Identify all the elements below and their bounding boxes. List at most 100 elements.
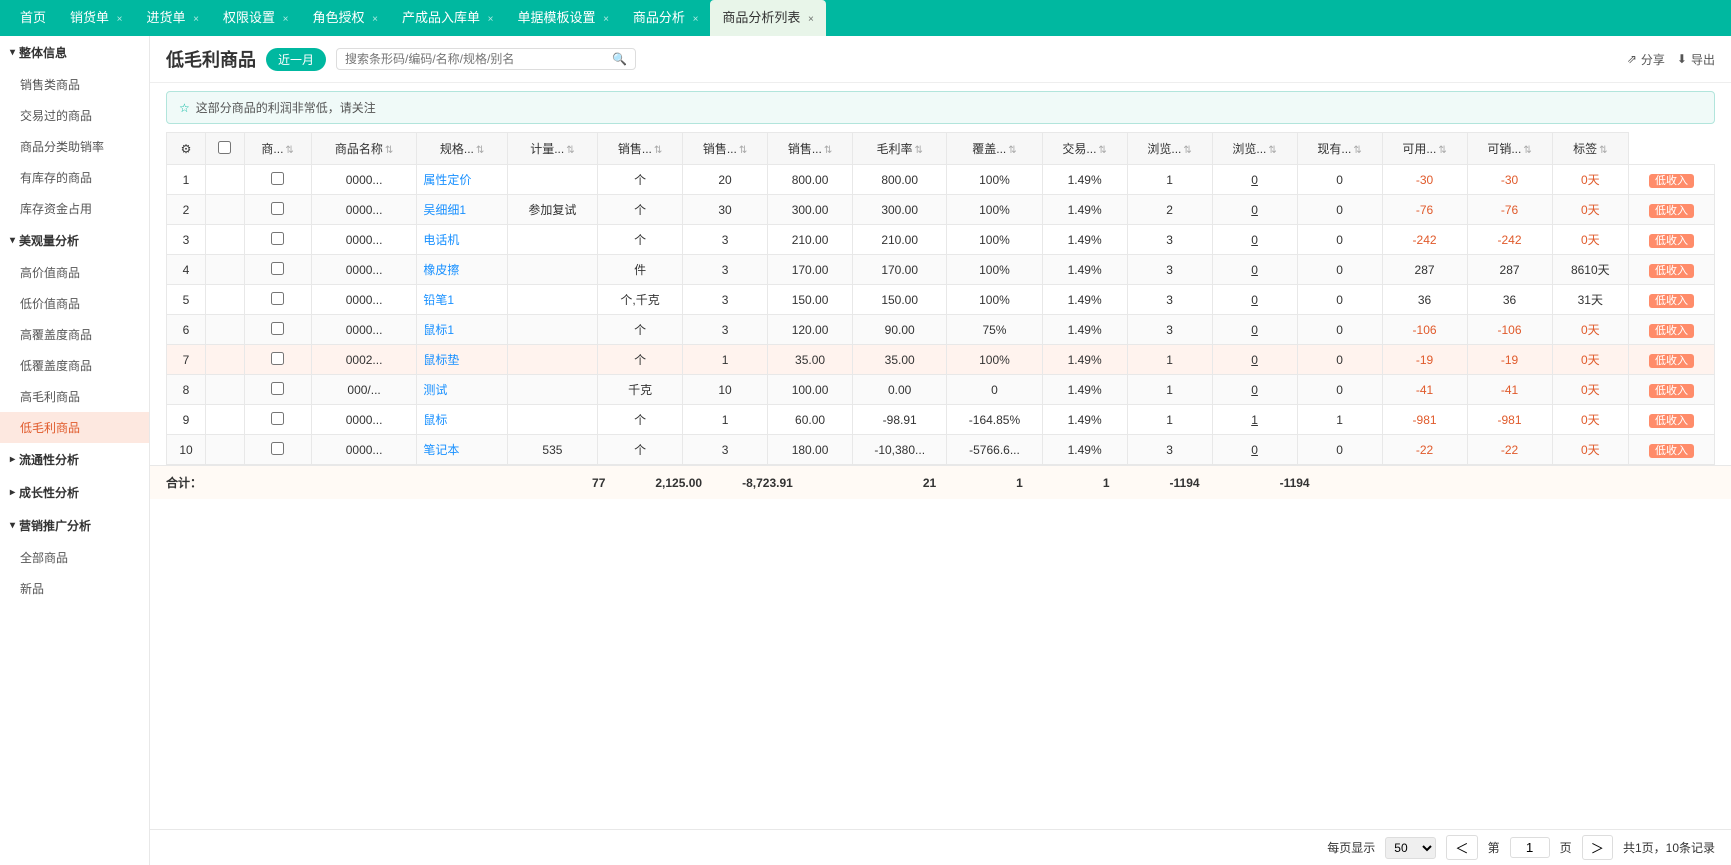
sidebar-item-all-goods[interactable]: 全部商品	[0, 542, 149, 573]
nav-sales[interactable]: 销货单 ×	[58, 0, 134, 36]
per-page-select[interactable]: 50 20 100	[1385, 837, 1436, 859]
sidebar-item-high-coverage[interactable]: 高覆盖度商品	[0, 319, 149, 350]
row-name-3[interactable]: 橡皮擦	[417, 255, 507, 285]
nav-goods-analysis[interactable]: 商品分析 ×	[621, 0, 710, 36]
row-checkbox-6[interactable]	[244, 345, 311, 375]
col-sales-profit[interactable]: 销售...⇅	[768, 133, 853, 165]
close-permission-icon[interactable]: ×	[283, 14, 289, 25]
row-checkbox-2[interactable]	[244, 225, 311, 255]
row-views1-4[interactable]: 0	[1212, 285, 1297, 315]
row-checkbox-1[interactable]	[244, 195, 311, 225]
col-sales-price[interactable]: 销售...⇅	[683, 133, 768, 165]
row-views1-1[interactable]: 0	[1212, 195, 1297, 225]
row-name-0[interactable]: 属性定价	[417, 165, 507, 195]
col-settings[interactable]: ⚙	[167, 133, 206, 165]
sidebar-item-low-margin[interactable]: 低毛利商品	[0, 412, 149, 443]
col-code[interactable]: 商...⇅	[244, 133, 311, 165]
close-role-icon[interactable]: ×	[372, 14, 378, 25]
close-productin-icon[interactable]: ×	[488, 14, 494, 25]
sidebar-item-category-rate[interactable]: 商品分类助销率	[0, 131, 149, 162]
export-button[interactable]: ⬇ 导出	[1677, 51, 1715, 68]
col-transaction[interactable]: 交易...⇅	[1042, 133, 1127, 165]
sidebar-item-sales-goods[interactable]: 销售类商品	[0, 69, 149, 100]
row-checkbox-7[interactable]	[244, 375, 311, 405]
row-saleable-days-7: 0天	[1552, 375, 1629, 405]
sidebar-item-stocked-goods[interactable]: 有库存的商品	[0, 162, 149, 193]
col-coverage[interactable]: 覆盖...⇅	[947, 133, 1042, 165]
row-views1-7[interactable]: 0	[1212, 375, 1297, 405]
nav-goods-analysis-list[interactable]: 商品分析列表 ×	[710, 0, 825, 36]
col-views1[interactable]: 浏览...⇅	[1127, 133, 1212, 165]
row-checkbox-9[interactable]	[244, 435, 311, 465]
row-sales-profit-9: -10,380...	[853, 435, 947, 465]
prev-page-button[interactable]: ＜	[1446, 835, 1477, 860]
row-name-9[interactable]: 笔记本	[417, 435, 507, 465]
nav-product-in[interactable]: 产成品入库单 ×	[390, 0, 505, 36]
row-name-1[interactable]: 吴细细1	[417, 195, 507, 225]
col-unit[interactable]: 计量...⇅	[507, 133, 597, 165]
col-views2[interactable]: 浏览...⇅	[1212, 133, 1297, 165]
time-filter-button[interactable]: 近一月	[266, 48, 326, 71]
col-gross-margin[interactable]: 毛利率⇅	[853, 133, 947, 165]
sidebar-item-stock-capital[interactable]: 库存资金占用	[0, 193, 149, 224]
nav-permission[interactable]: 权限设置 ×	[211, 0, 300, 36]
nav-purchase[interactable]: 进货单 ×	[135, 0, 211, 36]
row-coverage-3: 1.49%	[1042, 255, 1127, 285]
row-checkbox-0[interactable]	[244, 165, 311, 195]
sidebar-group-liquidity[interactable]: ▸ 流通性分析	[0, 443, 149, 476]
share-button[interactable]: ⇗ 分享	[1627, 51, 1665, 68]
nav-role[interactable]: 角色授权 ×	[300, 0, 389, 36]
row-checkbox-8[interactable]	[244, 405, 311, 435]
select-all-checkbox[interactable]	[218, 141, 231, 154]
sidebar-group-marketing[interactable]: ▾ 营销推广分析	[0, 509, 149, 542]
sidebar-item-high-value[interactable]: 高价值商品	[0, 257, 149, 288]
nav-template[interactable]: 单据模板设置 ×	[505, 0, 620, 36]
col-name[interactable]: 商品名称⇅	[311, 133, 417, 165]
table-row: 9 0000... 鼠标 个 1 60.00 -98.91 -164.85% 1…	[167, 405, 1715, 435]
sidebar-item-new-goods[interactable]: 新品	[0, 573, 149, 604]
row-name-6[interactable]: 鼠标垫	[417, 345, 507, 375]
page-input[interactable]	[1510, 837, 1550, 858]
col-spec[interactable]: 规格...⇅	[417, 133, 507, 165]
close-purchase-icon[interactable]: ×	[193, 14, 199, 25]
col-available[interactable]: 可用...⇅	[1382, 133, 1467, 165]
row-views1-3[interactable]: 0	[1212, 255, 1297, 285]
sidebar-item-traded-goods[interactable]: 交易过的商品	[0, 100, 149, 131]
row-views1-5[interactable]: 0	[1212, 315, 1297, 345]
row-views1-2[interactable]: 0	[1212, 225, 1297, 255]
row-name-8[interactable]: 鼠标	[417, 405, 507, 435]
col-saleable-days[interactable]: 可销...⇅	[1467, 133, 1552, 165]
row-views1-0[interactable]: 0	[1212, 165, 1297, 195]
sidebar-group-aesthetics[interactable]: ▾ 美观量分析	[0, 224, 149, 257]
sidebar-item-low-value[interactable]: 低价值商品	[0, 288, 149, 319]
nav-home[interactable]: 首页	[8, 0, 58, 36]
row-checkbox-3[interactable]	[244, 255, 311, 285]
row-name-2[interactable]: 电话机	[417, 225, 507, 255]
row-name-4[interactable]: 铅笔1	[417, 285, 507, 315]
col-sales-qty[interactable]: 销售...⇅	[598, 133, 683, 165]
col-tag[interactable]: 标签⇅	[1552, 133, 1629, 165]
next-page-button[interactable]: ＞	[1582, 835, 1613, 860]
sidebar-group-growth[interactable]: ▸ 成长性分析	[0, 476, 149, 509]
close-template-icon[interactable]: ×	[603, 14, 609, 25]
row-sales-price-7: 100.00	[768, 375, 853, 405]
row-no-9: 10	[167, 435, 206, 465]
close-goodslist-icon[interactable]: ×	[808, 14, 814, 25]
search-input[interactable]	[345, 52, 608, 66]
row-settings-4	[206, 285, 244, 315]
row-checkbox-4[interactable]	[244, 285, 311, 315]
row-name-5[interactable]: 鼠标1	[417, 315, 507, 345]
row-checkbox-5[interactable]	[244, 315, 311, 345]
row-name-7[interactable]: 测试	[417, 375, 507, 405]
sidebar-group-overview[interactable]: ▾ 整体信息	[0, 36, 149, 69]
row-views1-6[interactable]: 0	[1212, 345, 1297, 375]
close-sales-icon[interactable]: ×	[117, 14, 123, 25]
row-views1-9[interactable]: 0	[1212, 435, 1297, 465]
col-current-stock[interactable]: 现有...⇅	[1297, 133, 1382, 165]
sidebar-item-high-margin[interactable]: 高毛利商品	[0, 381, 149, 412]
footer-sales-profit: -8,723.91	[742, 476, 793, 490]
total-label: 共1页，10条记录	[1623, 839, 1715, 856]
row-views1-8[interactable]: 1	[1212, 405, 1297, 435]
close-goodsanalysis-icon[interactable]: ×	[693, 14, 699, 25]
sidebar-item-low-coverage[interactable]: 低覆盖度商品	[0, 350, 149, 381]
